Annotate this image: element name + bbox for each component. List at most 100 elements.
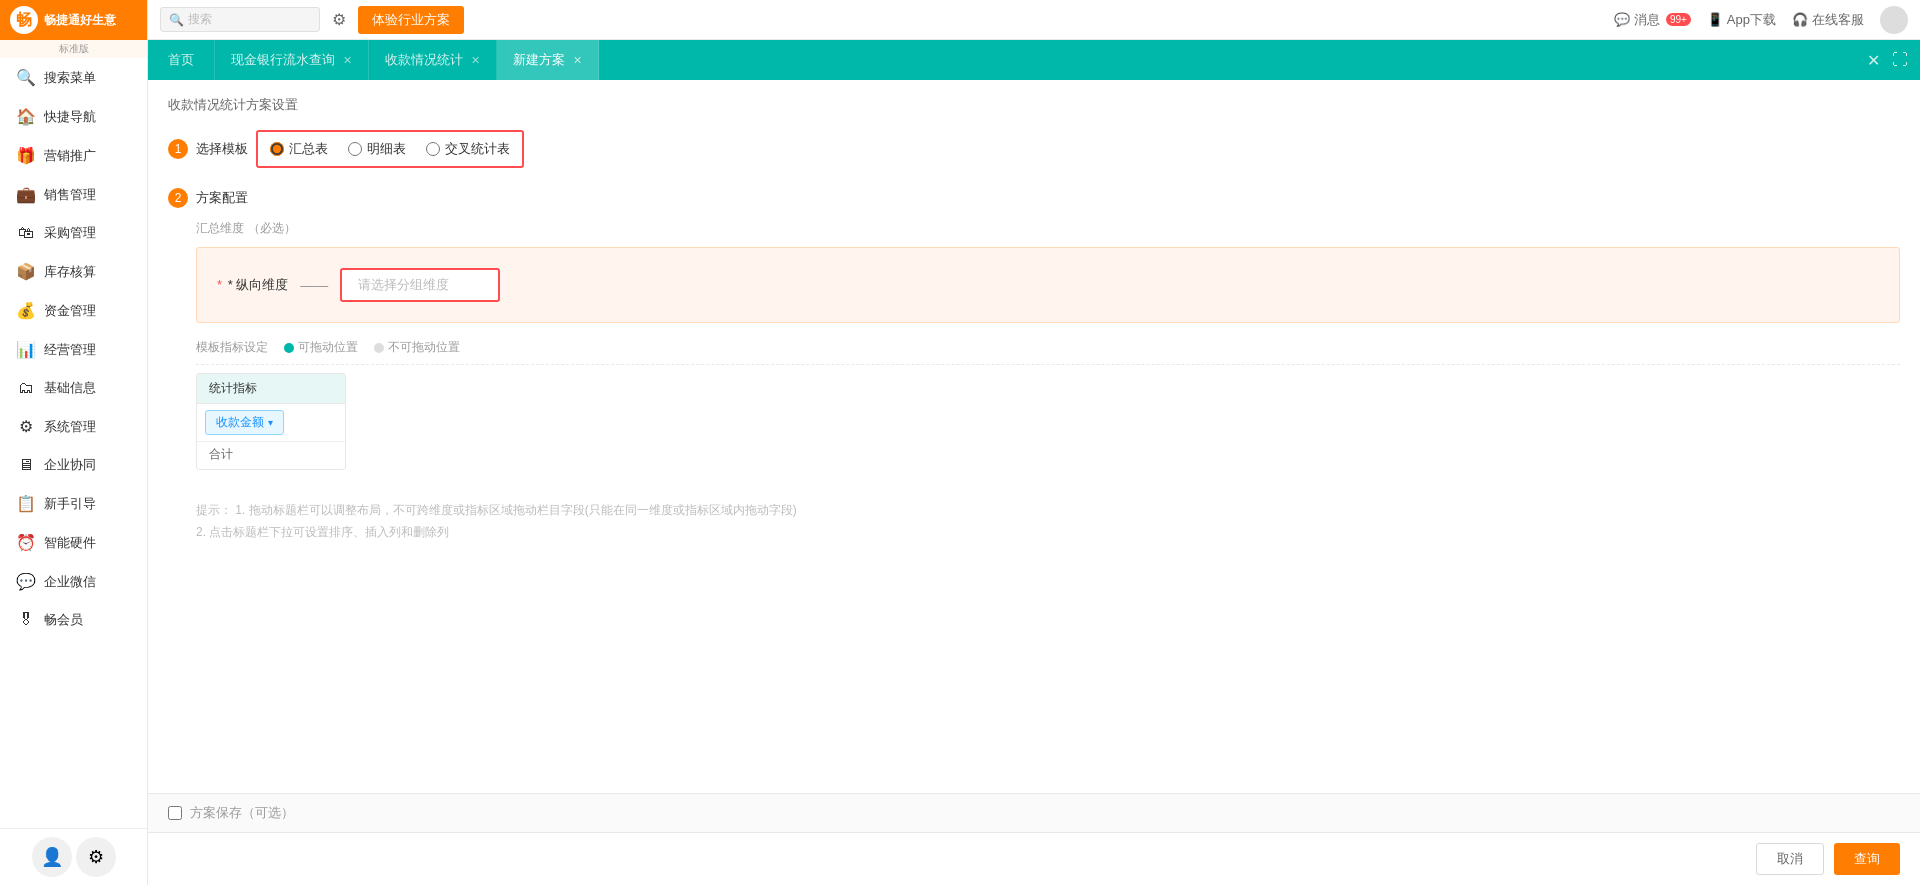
tabbar-actions: ✕ ⛶ [1863, 47, 1920, 74]
step2-title: 方案配置 [196, 189, 248, 207]
sidebar-item-corp-wechat[interactable]: 💬 企业微信 [0, 562, 147, 601]
required-star: * [217, 277, 222, 292]
purchase-icon: 🛍 [16, 224, 36, 242]
metrics-setting-label: 模板指标设定 [196, 339, 268, 356]
radio-detail-input[interactable] [348, 142, 362, 156]
sidebar-item-member[interactable]: 🎖 畅会员 [0, 601, 147, 639]
dimension-placeholder[interactable]: 请选择分组维度 [340, 268, 500, 302]
sidebar-item-newbie[interactable]: 📋 新手引导 [0, 484, 147, 523]
message-btn[interactable]: 💬 消息 99+ [1614, 11, 1691, 29]
save-checkbox[interactable] [168, 806, 182, 820]
tab-receivable-stat-close[interactable]: ✕ [471, 54, 480, 67]
tab-new-plan-close[interactable]: ✕ [573, 54, 582, 67]
tab-new-plan[interactable]: 新建方案 ✕ [497, 40, 599, 80]
user-avatar[interactable] [1880, 6, 1908, 34]
cancel-button[interactable]: 取消 [1756, 843, 1824, 875]
sidebar-logo: 畅 畅捷通好生意 [0, 0, 147, 40]
tab-bank-flow-close[interactable]: ✕ [343, 54, 352, 67]
sidebar-item-label: 系统管理 [44, 418, 96, 436]
sidebar-item-label: 畅会员 [44, 611, 83, 629]
sidebar-item-label: 企业微信 [44, 573, 96, 591]
step2-header: 2 方案配置 [168, 188, 1900, 208]
metrics-section: 模板指标设定 可拖动位置 不可拖动位置 [196, 339, 1900, 470]
sidebar-edition: 标准版 [0, 40, 147, 58]
dimension-area: * * 纵向维度 —— 请选择分组维度 [196, 247, 1900, 323]
tabbar: 首页 现金银行流水查询 ✕ 收款情况统计 ✕ 新建方案 ✕ ✕ ⛶ [148, 40, 1920, 80]
metrics-category-label: 统计指标 [197, 374, 345, 404]
inventory-icon: 📦 [16, 262, 36, 281]
save-label[interactable]: 方案保存（可选） [190, 804, 294, 822]
download-btn[interactable]: 📱 App下载 [1707, 11, 1776, 29]
sidebar-item-system[interactable]: ⚙ 系统管理 [0, 407, 147, 446]
sidebar-item-label: 采购管理 [44, 224, 96, 242]
sidebar-settings-btn[interactable]: ⚙ [76, 837, 116, 877]
radio-detail[interactable]: 明细表 [348, 140, 406, 158]
metrics-tag-amount[interactable]: 收款金额 ▾ [205, 410, 284, 435]
sales-icon: 💼 [16, 185, 36, 204]
tab-bank-flow[interactable]: 现金银行流水查询 ✕ [215, 40, 369, 80]
service-btn[interactable]: 🎧 在线客服 [1792, 11, 1864, 29]
sidebar-item-label: 智能硬件 [44, 534, 96, 552]
sidebar-item-inventory[interactable]: 📦 库存核算 [0, 252, 147, 291]
industry-btn[interactable]: 体验行业方案 [358, 6, 464, 34]
tab-receivable-stat[interactable]: 收款情况统计 ✕ [369, 40, 497, 80]
sidebar-item-marketing[interactable]: 🎁 营销推广 [0, 136, 147, 175]
sidebar-item-sales[interactable]: 💼 销售管理 [0, 175, 147, 214]
radio-summary-input[interactable] [270, 142, 284, 156]
tab-receivable-stat-label: 收款情况统计 [385, 51, 463, 69]
close-window-btn[interactable]: ✕ [1863, 47, 1884, 74]
radio-cross[interactable]: 交叉统计表 [426, 140, 510, 158]
sidebar-item-label: 新手引导 [44, 495, 96, 513]
maximize-btn[interactable]: ⛶ [1888, 47, 1912, 73]
sidebar-item-label: 搜索菜单 [44, 69, 96, 87]
search-box[interactable]: 🔍 搜索 [160, 7, 320, 32]
newbie-icon: 📋 [16, 494, 36, 513]
message-badge: 99+ [1666, 13, 1691, 26]
radio-detail-label: 明细表 [367, 140, 406, 158]
sidebar-item-label: 企业协同 [44, 456, 96, 474]
sidebar-item-basic-info[interactable]: 🗂 基础信息 [0, 369, 147, 407]
metrics-tag-row: 收款金额 ▾ [197, 404, 345, 442]
tab-home-label: 首页 [168, 51, 194, 69]
system-icon: ⚙ [16, 417, 36, 436]
basic-info-icon: 🗂 [16, 379, 36, 397]
service-icon: 🎧 [1792, 12, 1808, 27]
sidebar: 畅 畅捷通好生意 标准版 🔍 搜索菜单 🏠 快捷导航 🎁 营销推广 💼 销售管理… [0, 0, 148, 885]
topbar-right: 💬 消息 99+ 📱 App下载 🎧 在线客服 [1614, 6, 1908, 34]
smart-hw-icon: ⏰ [16, 533, 36, 552]
radio-summary[interactable]: 汇总表 [270, 140, 328, 158]
settings-icon[interactable]: ⚙ [332, 10, 346, 29]
step1-num: 1 [168, 139, 188, 159]
content-inner: 收款情况统计方案设置 1 选择模板 汇总表 明细表 [148, 80, 1920, 793]
radio-cross-input[interactable] [426, 142, 440, 156]
radio-cross-label: 交叉统计表 [445, 140, 510, 158]
sidebar-avatar-btn[interactable]: 👤 [32, 837, 72, 877]
operation-icon: 📊 [16, 340, 36, 359]
sidebar-item-search-menu[interactable]: 🔍 搜索菜单 [0, 58, 147, 97]
vertical-dim-label: * * 纵向维度 [217, 276, 288, 294]
main-area: 🔍 搜索 ⚙ 体验行业方案 💬 消息 99+ 📱 App下载 🎧 在线客服 首页 [148, 0, 1920, 885]
sidebar-item-quick-nav[interactable]: 🏠 快捷导航 [0, 97, 147, 136]
message-label: 消息 [1634, 11, 1660, 29]
sidebar-item-corp-collab[interactable]: 🖥 企业协同 [0, 446, 147, 484]
sidebar-item-finance[interactable]: 💰 资金管理 [0, 291, 147, 330]
query-button[interactable]: 查询 [1834, 843, 1900, 875]
marketing-icon: 🎁 [16, 146, 36, 165]
subsection-container: 汇总维度 （必选） * * 纵向维度 —— 请选择分组维度 [196, 220, 1900, 543]
sidebar-item-operation[interactable]: 📊 经营管理 [0, 330, 147, 369]
download-icon: 📱 [1707, 12, 1723, 27]
search-placeholder: 搜索 [188, 11, 212, 28]
corp-wechat-icon: 💬 [16, 572, 36, 591]
toggle-draggable-label: 可拖动位置 [298, 339, 358, 356]
home-icon: 🏠 [16, 107, 36, 126]
download-label: App下载 [1727, 11, 1776, 29]
metrics-sub-label: 合计 [197, 442, 345, 469]
step1-header: 1 选择模板 汇总表 明细表 交叉统计表 [168, 130, 1900, 168]
step2-section: 2 方案配置 汇总维度 （必选） * * 纵向维度 [168, 188, 1900, 543]
hint-2: 2. 点击标题栏下拉可设置排序、插入列和删除列 [196, 522, 1900, 544]
sidebar-bottom: 👤 ⚙ [0, 828, 147, 885]
sidebar-item-smart-hw[interactable]: ⏰ 智能硬件 [0, 523, 147, 562]
tab-home[interactable]: 首页 [148, 40, 215, 80]
sidebar-item-purchase[interactable]: 🛍 采购管理 [0, 214, 147, 252]
tab-bank-flow-label: 现金银行流水查询 [231, 51, 335, 69]
